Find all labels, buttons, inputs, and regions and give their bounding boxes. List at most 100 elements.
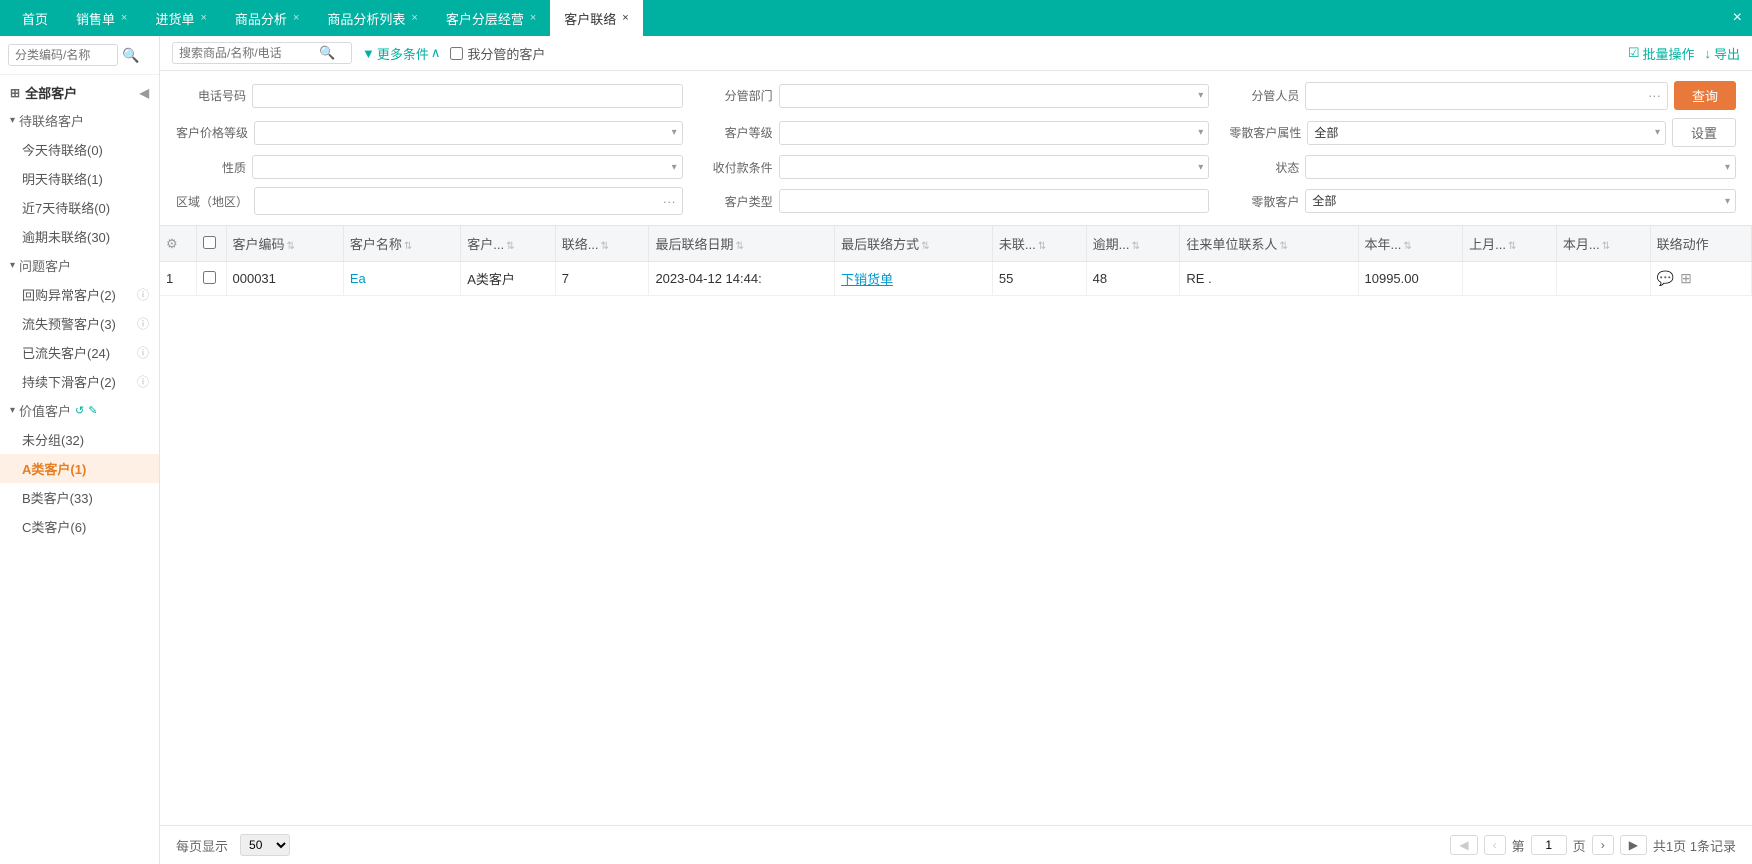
sidebar-group-pending[interactable]: ▾ 待联络客户 xyxy=(0,106,159,135)
first-page-button[interactable]: ◀ xyxy=(1450,835,1477,855)
name-sort-icon[interactable]: ⇅ xyxy=(404,241,412,252)
nav-tab-analysis-close[interactable]: × xyxy=(293,12,299,24)
sidebar-item-class-b[interactable]: B类客户(33) xyxy=(0,483,159,512)
region-input[interactable]: ··· xyxy=(254,187,683,215)
th-gear: ⚙ xyxy=(160,226,196,262)
nav-tab-customer-tier[interactable]: 客户分层经营 × xyxy=(432,0,550,36)
sidebar-item-today[interactable]: 今天待联络(0) xyxy=(0,135,159,164)
sidebar-item-7days[interactable]: 近7天待联络(0) xyxy=(0,193,159,222)
page-size-select[interactable]: 20 50 100 xyxy=(240,834,290,856)
nav-tab-customer-contact[interactable]: 客户联络 × xyxy=(550,0,642,36)
manager-input[interactable]: ··· xyxy=(1305,82,1668,110)
th-name: 客户名称⇅ xyxy=(343,226,460,262)
filter-search-icon[interactable]: 🔍 xyxy=(319,45,335,61)
customer-level-select[interactable] xyxy=(779,121,1210,145)
comment-icon-0[interactable]: 💬 xyxy=(1657,270,1674,287)
table-row: 1 000031 Ea A类客户 7 2023-04-12 14:44: 下销货… xyxy=(160,262,1752,296)
status-select[interactable] xyxy=(1305,155,1736,179)
retail-attr-select[interactable]: 全部 xyxy=(1307,121,1666,145)
sidebar-group-problem[interactable]: ▾ 问题客户 xyxy=(0,251,159,280)
nocontact-sort-icon[interactable]: ⇅ xyxy=(1038,241,1046,252)
phone-input[interactable] xyxy=(252,84,683,108)
batch-operation-button[interactable]: ☑ 批量操作 xyxy=(1628,44,1695,63)
nav-tab-analysis-list[interactable]: 商品分析列表 × xyxy=(313,0,431,36)
close-all-tabs-button[interactable]: × xyxy=(1733,9,1742,27)
sidebar-item-tomorrow[interactable]: 明天待联络(1) xyxy=(0,164,159,193)
nav-tab-home[interactable]: 首页 xyxy=(8,0,62,36)
sidebar-all-customers[interactable]: ⊞ 全部客户 ◀ xyxy=(0,75,159,106)
more-conditions-label: 更多条件 xyxy=(377,44,429,63)
nav-tab-customer-contact-label: 客户联络 xyxy=(564,9,616,28)
filter-row-region: 区域（地区） ··· xyxy=(176,187,683,215)
code-sort-icon[interactable]: ⇅ xyxy=(287,241,295,252)
sidebar-collapse-icon[interactable]: ◀ xyxy=(140,86,149,100)
date-sort-icon[interactable]: ⇅ xyxy=(735,241,743,252)
info-icon-declining: ⓘ xyxy=(137,373,149,390)
grid-icon: ⊞ xyxy=(10,86,20,100)
setting-button[interactable]: 设置 xyxy=(1672,118,1736,147)
nav-tab-purchase-close[interactable]: × xyxy=(200,12,206,24)
contact-method-link-0[interactable]: 下销货单 xyxy=(841,272,893,287)
row-person-0: RE . xyxy=(1180,262,1358,296)
sidebar-item-loss-warning[interactable]: 流失预警客户(3) ⓘ xyxy=(0,309,159,338)
lastmonth-sort-icon[interactable]: ⇅ xyxy=(1508,241,1516,252)
my-customer-check[interactable] xyxy=(450,47,463,60)
customer-level-wrapper: ▾ xyxy=(779,121,1210,145)
nav-tab-sales-close[interactable]: × xyxy=(121,12,127,24)
customer-table-area: ⚙ 客户编码⇅ 客户名称⇅ 客户...⇅ xyxy=(160,226,1752,825)
sidebar-item-lost[interactable]: 已流失客户(24) ⓘ xyxy=(0,338,159,367)
sidebar-item-repurchase-abnormal[interactable]: 回购异常客户(2) ⓘ xyxy=(0,280,159,309)
row-code-0: 000031 xyxy=(226,262,343,296)
sidebar-search-icon[interactable]: 🔍 xyxy=(122,47,139,64)
customer-type-input[interactable] xyxy=(779,189,1210,213)
filter-row-status: 状态 ▾ xyxy=(1229,155,1736,179)
select-all-checkbox[interactable] xyxy=(203,236,216,249)
nav-tab-sales[interactable]: 销售单 × xyxy=(62,0,141,36)
dept-select[interactable] xyxy=(779,84,1210,108)
filter-search-input[interactable] xyxy=(179,46,319,60)
thismonth-sort-icon[interactable]: ⇅ xyxy=(1602,241,1610,252)
nature-select[interactable] xyxy=(252,155,683,179)
overdue-sort-icon[interactable]: ⇅ xyxy=(1132,241,1140,252)
retail-attr-wrapper: 全部 ▾ xyxy=(1307,121,1666,145)
nav-tab-customer-tier-close[interactable]: × xyxy=(530,12,536,24)
page-number-input[interactable] xyxy=(1531,835,1567,855)
nav-tab-analysis[interactable]: 商品分析 × xyxy=(221,0,313,36)
info-icon-lost: ⓘ xyxy=(137,344,149,361)
sidebar-search-input[interactable] xyxy=(8,44,118,66)
export-button[interactable]: ↓ 导出 xyxy=(1704,44,1740,63)
value-edit-icon[interactable]: ✎ xyxy=(88,404,97,417)
sidebar-item-declining[interactable]: 持续下滑客户(2) ⓘ xyxy=(0,367,159,396)
price-level-select[interactable] xyxy=(254,121,683,145)
row-check-0[interactable] xyxy=(203,271,216,284)
method-sort-icon[interactable]: ⇅ xyxy=(921,241,929,252)
last-page-button[interactable]: ▶ xyxy=(1620,835,1647,855)
sidebar-item-ungrouped[interactable]: 未分组(32) xyxy=(0,425,159,454)
ctype-sort-icon[interactable]: ⇅ xyxy=(506,241,514,252)
sidebar-item-overdue[interactable]: 逾期未联络(30) xyxy=(0,222,159,251)
query-button[interactable]: 查询 xyxy=(1674,81,1736,110)
batch-op-label: 批量操作 xyxy=(1642,44,1694,63)
nav-tab-analysis-list-close[interactable]: × xyxy=(411,12,417,24)
sidebar-item-class-a[interactable]: A类客户(1) xyxy=(0,454,159,483)
sidebar-item-class-c[interactable]: C类客户(6) xyxy=(0,512,159,541)
prev-page-button[interactable]: ‹ xyxy=(1484,835,1506,855)
qrcode-icon-0[interactable]: ⊞ xyxy=(1680,270,1692,287)
table-gear-icon[interactable]: ⚙ xyxy=(166,236,178,251)
retail-select[interactable]: 全部 xyxy=(1305,189,1736,213)
value-refresh-icon[interactable]: ↺ xyxy=(75,404,84,417)
person-sort-icon[interactable]: ⇅ xyxy=(1279,241,1287,252)
next-page-button[interactable]: › xyxy=(1592,835,1614,855)
payment-select[interactable] xyxy=(779,155,1210,179)
customer-table: ⚙ 客户编码⇅ 客户名称⇅ 客户...⇅ xyxy=(160,226,1752,296)
value-arrow-icon: ▾ xyxy=(10,405,15,416)
th-no-contact: 未联...⇅ xyxy=(992,226,1086,262)
sidebar-group-value[interactable]: ▾ 价值客户 ↺ ✎ xyxy=(0,396,159,425)
year-sort-icon[interactable]: ⇅ xyxy=(1403,241,1411,252)
more-conditions-button[interactable]: ▼ 更多条件 ∧ xyxy=(362,44,440,63)
my-customer-checkbox[interactable]: 我分管的客户 xyxy=(450,44,545,63)
nav-tab-purchase[interactable]: 进货单 × xyxy=(141,0,220,36)
filter-row-retail-attr: 零散客户属性 全部 ▾ 设置 xyxy=(1229,118,1736,147)
ccount-sort-icon[interactable]: ⇅ xyxy=(601,241,609,252)
nav-tab-customer-contact-close[interactable]: × xyxy=(622,12,628,24)
